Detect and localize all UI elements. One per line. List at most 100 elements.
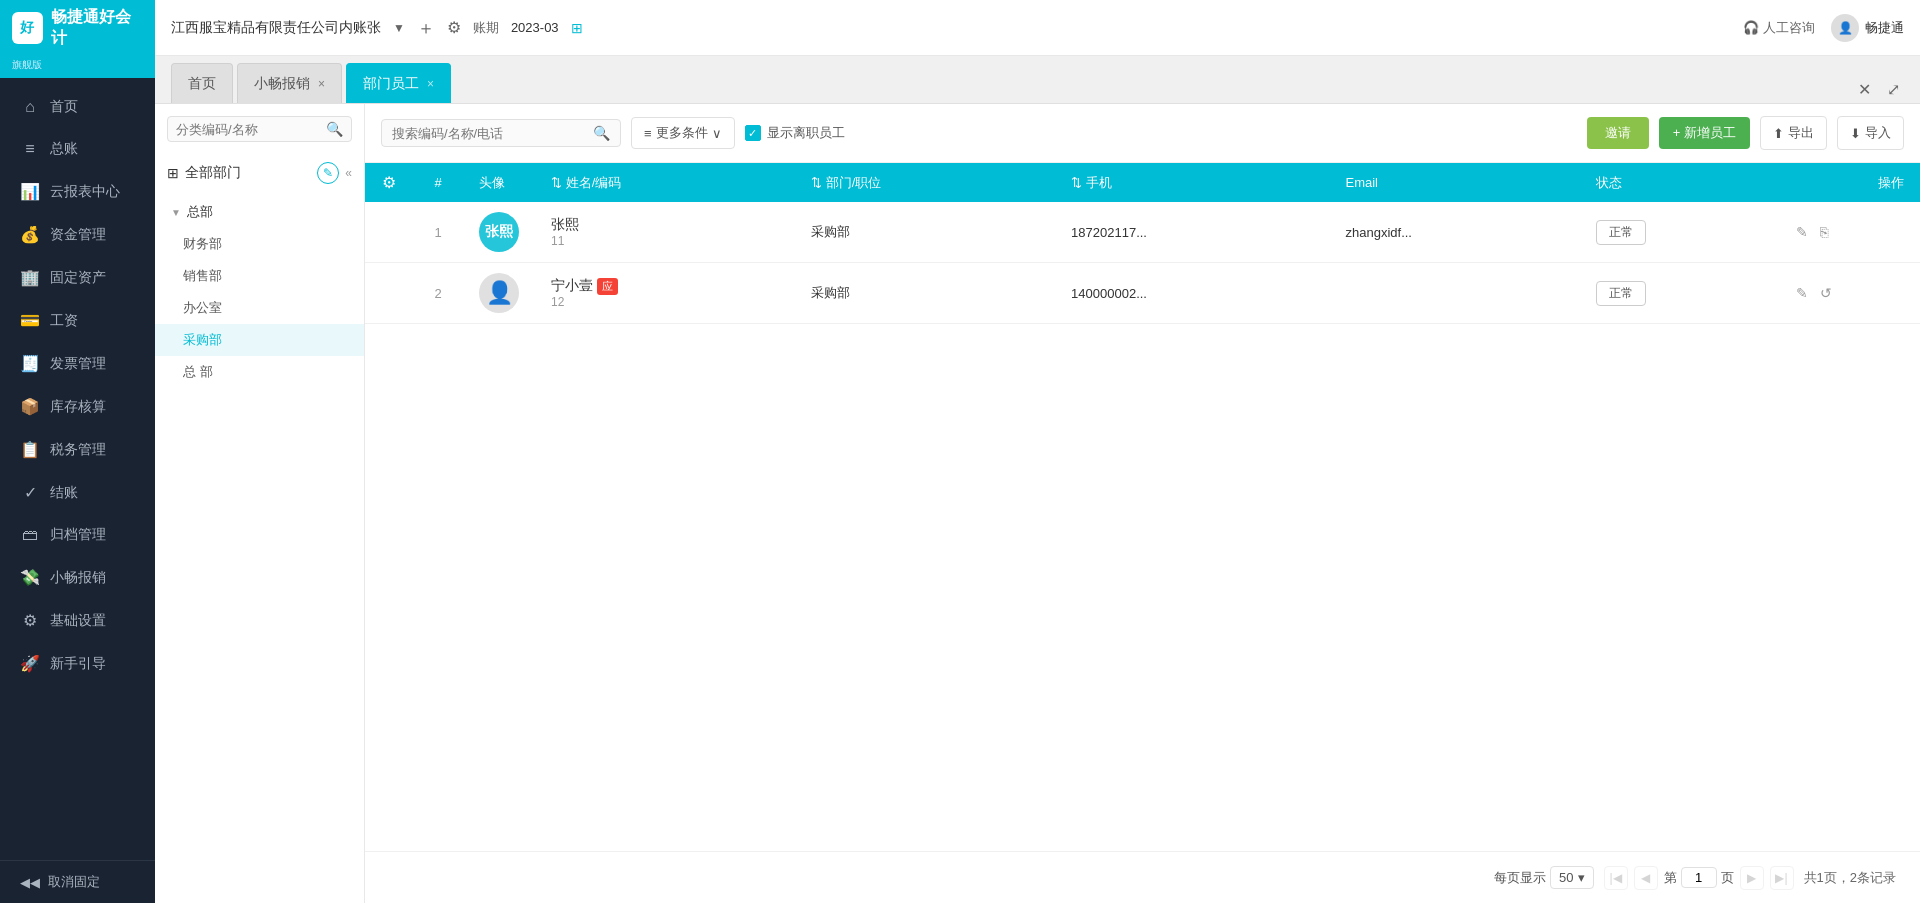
topbar-settings-icon[interactable]: ⚙ xyxy=(447,18,461,37)
period-value[interactable]: 2023-03 xyxy=(511,20,559,35)
dept-label: 办公室 xyxy=(183,299,222,317)
close-dept-emp-tab-icon[interactable]: × xyxy=(427,77,434,91)
dept-node-zongbu2[interactable]: 总 部 xyxy=(155,356,364,388)
sidebar-item-label: 固定资产 xyxy=(50,269,106,287)
period-label: 账期 xyxy=(473,19,499,37)
emp-toolbar: 🔍 ≡ 更多条件 ∨ ✓ 显示离职员工 邀请 + 新增员工 ⬆ 导出 xyxy=(365,104,1920,163)
close-expense-tab-icon[interactable]: × xyxy=(318,77,325,91)
dept-label: 财务部 xyxy=(183,235,222,253)
dept-label: 总 部 xyxy=(183,363,213,381)
filter-button[interactable]: ≡ 更多条件 ∨ xyxy=(631,117,735,149)
avatar: 👤 xyxy=(479,273,519,313)
sidebar-item-guide[interactable]: 🚀 新手引导 xyxy=(0,642,155,685)
col-dept[interactable]: ⇅ 部门/职位 xyxy=(795,163,1055,202)
emp-search-icon[interactable]: 🔍 xyxy=(593,125,610,141)
dept-node-caigoubu[interactable]: 采购部 xyxy=(155,324,364,356)
calendar-icon[interactable]: ⊞ xyxy=(571,20,583,36)
sidebar-item-label: 库存核算 xyxy=(50,398,106,416)
assets-icon: 🏢 xyxy=(20,268,40,287)
sidebar-item-reports[interactable]: 📊 云报表中心 xyxy=(0,170,155,213)
unpin-button[interactable]: ◀◀ 取消固定 xyxy=(0,860,155,903)
dept-search-input[interactable] xyxy=(176,122,326,137)
user-area[interactable]: 👤 畅捷通 xyxy=(1831,14,1904,42)
tab-home[interactable]: 首页 xyxy=(171,63,233,103)
col-name[interactable]: ⇅ 姓名/编码 xyxy=(535,163,795,202)
row-dept-cell: 采购部 xyxy=(795,263,1055,324)
sidebar-item-label: 基础设置 xyxy=(50,612,106,630)
invite-button[interactable]: 邀请 xyxy=(1587,117,1649,149)
emp-search-input[interactable] xyxy=(392,126,593,141)
edit-employee-icon[interactable]: ✎ xyxy=(1796,224,1808,240)
sidebar-item-ledger[interactable]: ≡ 总账 xyxy=(0,128,155,170)
row-num: 2 xyxy=(413,263,463,324)
col-phone[interactable]: ⇅ 手机 xyxy=(1055,163,1329,202)
sidebar-item-settle[interactable]: ✓ 结账 xyxy=(0,471,155,514)
sidebar-item-home[interactable]: ⌂ 首页 xyxy=(0,86,155,128)
more-action-icon[interactable]: ⎘ xyxy=(1820,224,1828,240)
main-area: 江西服宝精品有限责任公司内账张 ▼ ＋ ⚙ 账期 2023-03 ⊞ 🎧 人工咨… xyxy=(155,0,1920,903)
collapse-icon[interactable]: « xyxy=(345,166,352,180)
row-action-cell: ✎ ⎘ xyxy=(1780,202,1920,263)
next-page-button[interactable]: ▶ xyxy=(1740,866,1764,890)
service-button[interactable]: 🎧 人工咨询 xyxy=(1743,19,1815,37)
col-settings[interactable]: ⚙ xyxy=(365,163,413,202)
row-phone-cell: 140000002... xyxy=(1055,263,1329,324)
import-button[interactable]: ⬇ 导入 xyxy=(1837,116,1904,150)
tab-dept-emp[interactable]: 部门员工 × xyxy=(346,63,451,103)
add-employee-button[interactable]: + 新增员工 xyxy=(1659,117,1750,149)
guide-icon: 🚀 xyxy=(20,654,40,673)
page-number-input[interactable] xyxy=(1681,867,1717,888)
dept-node-xiaoshoubu[interactable]: 销售部 xyxy=(155,260,364,292)
page-size-dropdown[interactable]: 50 ▾ xyxy=(1550,866,1593,889)
emp-search-box[interactable]: 🔍 xyxy=(381,119,621,147)
export-label: 导出 xyxy=(1788,124,1814,142)
last-page-button[interactable]: ▶| xyxy=(1770,866,1794,890)
show-resigned-checkbox[interactable]: ✓ 显示离职员工 xyxy=(745,124,845,142)
prev-page-button[interactable]: ◀ xyxy=(1634,866,1658,890)
employee-panel: 🔍 ≡ 更多条件 ∨ ✓ 显示离职员工 邀请 + 新增员工 ⬆ 导出 xyxy=(365,104,1920,903)
close-all-tabs-icon[interactable]: ✕ xyxy=(1854,76,1875,103)
expand-tabs-icon[interactable]: ⤢ xyxy=(1883,76,1904,103)
employee-table-wrap: ⚙ # 头像 ⇅ 姓名/编码 ⇅ xyxy=(365,163,1920,851)
more-action-icon[interactable]: ↺ xyxy=(1820,285,1832,301)
status-badge: 应 xyxy=(597,278,618,295)
employee-table: ⚙ # 头像 ⇅ 姓名/编码 ⇅ xyxy=(365,163,1920,324)
topbar-right: 🎧 人工咨询 👤 畅捷通 xyxy=(1743,14,1904,42)
row-num: 1 xyxy=(413,202,463,263)
row-status-cell: 正常 xyxy=(1580,202,1780,263)
row-status-cell: 正常 xyxy=(1580,263,1780,324)
sidebar-item-invoice[interactable]: 🧾 发票管理 xyxy=(0,342,155,385)
dept-node-zongbu-parent[interactable]: ▼ 总部 xyxy=(155,196,364,228)
dept-search-box[interactable]: 🔍 xyxy=(167,116,352,142)
sidebar-item-settings[interactable]: ⚙ 基础设置 xyxy=(0,599,155,642)
tabs-bar: 首页 小畅报销 × 部门员工 × ✕ ⤢ xyxy=(155,56,1920,104)
sidebar-item-expense[interactable]: 💸 小畅报销 xyxy=(0,556,155,599)
export-button[interactable]: ⬆ 导出 xyxy=(1760,116,1827,150)
dept-search-icon[interactable]: 🔍 xyxy=(326,121,343,137)
content-area: 🔍 ⊞ 全部部门 ✎ « ▼ 总部 财务部 销售部 xyxy=(155,104,1920,903)
row-phone-cell: 187202117... xyxy=(1055,202,1329,263)
sidebar-item-inventory[interactable]: 📦 库存核算 xyxy=(0,385,155,428)
sidebar-item-finance[interactable]: 💰 资金管理 xyxy=(0,213,155,256)
add-company-button[interactable]: ＋ xyxy=(417,16,435,40)
headset-icon: 🎧 xyxy=(1743,20,1759,35)
topbar: 江西服宝精品有限责任公司内账张 ▼ ＋ ⚙ 账期 2023-03 ⊞ 🎧 人工咨… xyxy=(155,0,1920,56)
avatar: 张熙 xyxy=(479,212,519,252)
sidebar-item-salary[interactable]: 💳 工资 xyxy=(0,299,155,342)
app-name: 畅捷通好会计 xyxy=(51,7,143,49)
dept-node-bangongshi[interactable]: 办公室 xyxy=(155,292,364,324)
edit-employee-icon[interactable]: ✎ xyxy=(1796,285,1808,301)
sidebar-item-archive[interactable]: 🗃 归档管理 xyxy=(0,514,155,556)
dept-node-caiwubu[interactable]: 财务部 xyxy=(155,228,364,260)
dept-edit-button[interactable]: ✎ xyxy=(317,162,339,184)
tabs-controls: ✕ ⤢ xyxy=(1854,76,1904,103)
table-settings-icon[interactable]: ⚙ xyxy=(382,174,396,191)
sidebar-item-assets[interactable]: 🏢 固定资产 xyxy=(0,256,155,299)
sidebar-item-tax[interactable]: 📋 税务管理 xyxy=(0,428,155,471)
app-logo[interactable]: 好 畅捷通好会计 xyxy=(0,0,155,56)
first-page-button[interactable]: |◀ xyxy=(1604,866,1628,890)
company-name[interactable]: 江西服宝精品有限责任公司内账张 xyxy=(171,19,381,37)
tab-expense[interactable]: 小畅报销 × xyxy=(237,63,342,103)
all-dept-header[interactable]: ⊞ 全部部门 ✎ « xyxy=(155,154,364,192)
company-dropdown-icon[interactable]: ▼ xyxy=(393,21,405,35)
